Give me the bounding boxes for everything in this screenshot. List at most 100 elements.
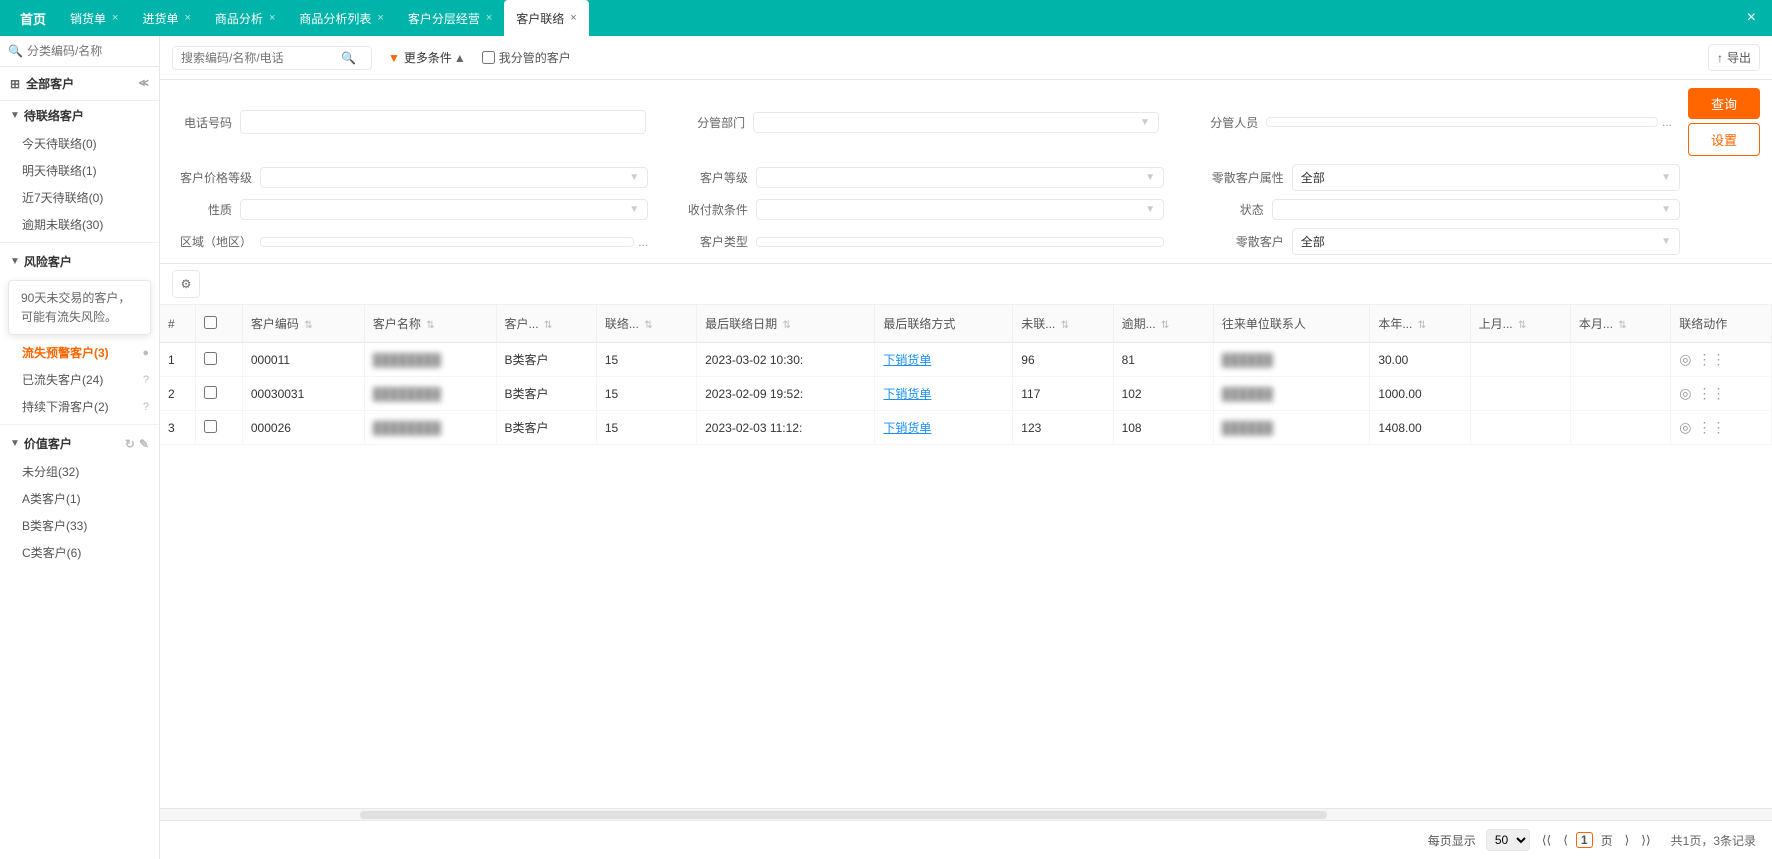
col-no-contact[interactable]: 未联... ⇅ — [1013, 305, 1113, 343]
col-customer-level[interactable]: 客户... ⇅ — [496, 305, 596, 343]
row-checkbox-1[interactable] — [204, 386, 217, 399]
sort-overdue-icon: ⇅ — [1161, 320, 1169, 331]
filter-customerlevel-select[interactable]: ▼ — [756, 167, 1164, 188]
next-page-btn[interactable]: ⟩ — [1621, 833, 1634, 847]
sort-nocontact-icon: ⇅ — [1061, 320, 1069, 331]
sidebar-item-churn-warning[interactable]: 流失预警客户(3) ● — [0, 339, 159, 366]
filter-pricelevel-select[interactable]: ▼ — [260, 167, 648, 188]
filter-person-select[interactable] — [1266, 117, 1658, 127]
scrollbar-area[interactable] — [160, 808, 1772, 820]
row-checkbox-0[interactable] — [204, 352, 217, 365]
more-filters-btn[interactable]: ▼ 更多条件 ▲ — [380, 45, 474, 70]
col-contact-person[interactable]: 往来单位联系人 — [1213, 305, 1369, 343]
filter-zerosales-select[interactable]: 全部 ▼ — [1292, 164, 1680, 191]
my-customers-checkbox-wrap[interactable]: 我分管的客户 — [482, 49, 571, 66]
export-btn[interactable]: ↑ 导出 — [1708, 44, 1760, 71]
sidebar-item-b-class[interactable]: B类客户(33) — [0, 512, 159, 539]
cell-last-contact-method[interactable]: 下销货单 — [875, 377, 1013, 411]
sidebar-item-today[interactable]: 今天待联络(0) — [0, 130, 159, 157]
nav-home[interactable]: 首页 — [8, 0, 58, 36]
action-contact-icon-1[interactable]: ◎ — [1679, 385, 1691, 402]
filter-status-label: 状态 — [1204, 201, 1264, 218]
settings-button[interactable]: 设置 — [1688, 123, 1760, 156]
action-more-icon-0[interactable]: ⋮⋮ — [1697, 351, 1725, 368]
cell-customer-level: B类客户 — [496, 411, 596, 445]
close-purchase-tab[interactable]: × — [184, 12, 190, 24]
table-settings-btn[interactable]: ⚙ — [172, 270, 200, 298]
cell-last-contact-method[interactable]: 下销货单 — [875, 411, 1013, 445]
col-this-month[interactable]: 本月... ⇅ — [1570, 305, 1670, 343]
sidebar-section-value[interactable]: ▼ 价值客户 ↻ ✎ — [0, 429, 159, 458]
sort-contact-icon: ⇅ — [644, 320, 652, 331]
more-icon-region[interactable]: ... — [638, 235, 648, 249]
nav-tab-customer-segment[interactable]: 客户分层经营 × — [396, 0, 504, 36]
col-last-contact-date[interactable]: 最后联络日期 ⇅ — [697, 305, 875, 343]
sidebar-section-risk[interactable]: ▼ 风险客户 — [0, 247, 159, 276]
sidebar-item-ungroup[interactable]: 未分组(32) — [0, 458, 159, 485]
first-page-btn[interactable]: ⟨⟨ — [1538, 833, 1555, 847]
nav-tab-goods-analysis-list[interactable]: 商品分析列表 × — [287, 0, 395, 36]
sidebar-search-input[interactable] — [27, 44, 160, 58]
filter-search-icon[interactable]: 🔍 — [341, 51, 356, 65]
sidebar-item-a-class[interactable]: A类客户(1) — [0, 485, 159, 512]
col-last-month[interactable]: 上月... ⇅ — [1470, 305, 1570, 343]
edit-icon[interactable]: ✎ — [139, 437, 149, 451]
nav-tab-purchase[interactable]: 进货单 × — [130, 0, 202, 36]
nav-tab-customer-contact[interactable]: 客户联络 × — [504, 0, 588, 36]
cell-checkbox[interactable] — [196, 411, 242, 445]
col-contact[interactable]: 联络... ⇅ — [596, 305, 696, 343]
export-icon: ↑ — [1717, 51, 1723, 65]
action-more-icon-2[interactable]: ⋮⋮ — [1697, 419, 1725, 436]
cell-last-contact-method[interactable]: 下销货单 — [875, 343, 1013, 377]
close-all-btn[interactable]: × — [1739, 9, 1764, 27]
sidebar-all-customers[interactable]: ⊞ 全部客户 ≪ — [0, 67, 159, 101]
filter-customertype-select[interactable] — [756, 237, 1164, 247]
action-contact-icon-2[interactable]: ◎ — [1679, 419, 1691, 436]
refresh-icon[interactable]: ↻ — [125, 437, 135, 451]
col-this-year[interactable]: 本年... ⇅ — [1370, 305, 1470, 343]
action-contact-icon-0[interactable]: ◎ — [1679, 351, 1691, 368]
sidebar-item-c-class[interactable]: C类客户(6) — [0, 539, 159, 566]
cell-checkbox[interactable] — [196, 377, 242, 411]
close-customer-segment-tab[interactable]: × — [486, 12, 492, 24]
cell-contact: 15 — [596, 343, 696, 377]
sidebar-item-declining[interactable]: 持续下滑客户(2) ? — [0, 393, 159, 420]
horizontal-scrollbar[interactable] — [360, 811, 1327, 819]
cell-checkbox[interactable] — [196, 343, 242, 377]
filter-status-select[interactable]: ▼ — [1272, 199, 1680, 220]
sidebar-section-pending[interactable]: ▼ 待联络客户 — [0, 101, 159, 130]
sidebar-item-7days[interactable]: 近7天待联络(0) — [0, 184, 159, 211]
current-page: 1 — [1576, 832, 1593, 848]
row-checkbox-2[interactable] — [204, 420, 217, 433]
filter-search-input[interactable] — [181, 51, 341, 65]
last-page-btn[interactable]: ⟩⟩ — [1637, 833, 1654, 847]
sidebar-item-overdue[interactable]: 逾期未联络(30) — [0, 211, 159, 238]
filter-zerocustomer-select[interactable]: 全部 ▼ — [1292, 228, 1680, 255]
col-customer-code[interactable]: 客户编码 ⇅ — [242, 305, 364, 343]
filter-dept-select[interactable]: ▼ — [753, 112, 1159, 133]
my-customers-checkbox[interactable] — [482, 51, 495, 64]
close-sales-tab[interactable]: × — [112, 12, 118, 24]
filter-payment-select[interactable]: ▼ — [756, 199, 1164, 220]
close-goods-analysis-tab[interactable]: × — [269, 12, 275, 24]
query-button[interactable]: 查询 — [1688, 88, 1760, 119]
more-icon-person[interactable]: ... — [1662, 115, 1672, 129]
filter-phone-input[interactable] — [240, 110, 646, 134]
close-customer-contact-tab[interactable]: × — [570, 12, 576, 24]
nav-tab-sales[interactable]: 销货单 × — [58, 0, 130, 36]
cell-this-month — [1570, 377, 1670, 411]
col-overdue[interactable]: 逾期... ⇅ — [1113, 305, 1213, 343]
select-all-checkbox[interactable] — [204, 316, 217, 329]
close-goods-analysis-list-tab[interactable]: × — [377, 12, 383, 24]
sidebar-item-tomorrow[interactable]: 明天待联络(1) — [0, 157, 159, 184]
action-more-icon-1[interactable]: ⋮⋮ — [1697, 385, 1725, 402]
nav-tab-goods-analysis[interactable]: 商品分析 × — [203, 0, 287, 36]
sidebar-item-churned[interactable]: 已流失客户(24) ? — [0, 366, 159, 393]
filter-nature-select[interactable]: ▼ — [240, 199, 648, 220]
cell-overdue: 108 — [1113, 411, 1213, 445]
filter-region-select[interactable] — [260, 237, 634, 247]
per-page-select[interactable]: 50 — [1486, 829, 1530, 851]
col-last-contact-method[interactable]: 最后联络方式 — [875, 305, 1013, 343]
prev-page-btn[interactable]: ⟨ — [1559, 833, 1572, 847]
col-customer-name[interactable]: 客户名称 ⇅ — [364, 305, 496, 343]
